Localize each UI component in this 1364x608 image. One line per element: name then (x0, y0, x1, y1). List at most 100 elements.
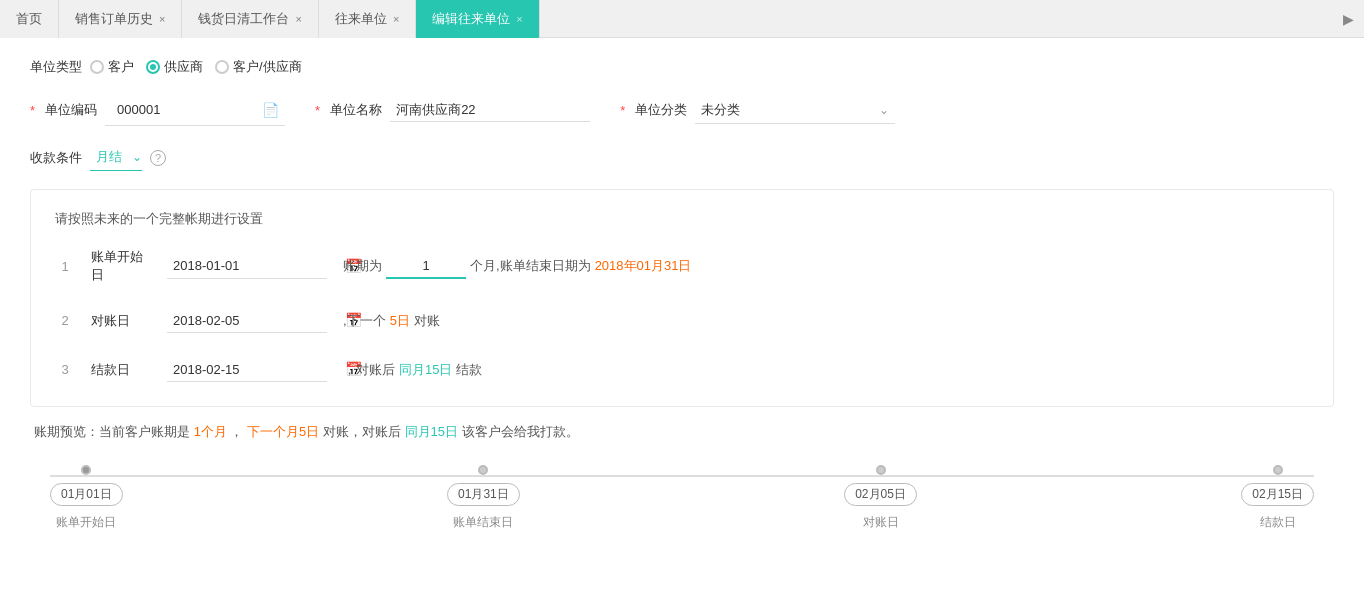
unit-code-input[interactable] (111, 98, 258, 121)
payment-select[interactable]: 月结 ⌄ (90, 144, 142, 171)
timeline-point-0: 01月01日 账单开始日 (50, 465, 123, 531)
unit-category-dropdown[interactable]: 未分类 ⌄ (695, 97, 895, 124)
unit-category-label: 单位分类 (635, 101, 687, 119)
timeline-dot-1 (478, 465, 488, 475)
period-prefix-2: ,下一个 (343, 312, 386, 330)
period-desc-1: 账期为 个月,账单结束日期为 2018年01月31日 (343, 254, 691, 279)
period-month-input[interactable] (386, 254, 466, 279)
period-highlight-2: 5日 (390, 312, 410, 330)
tab-edit-partner-label: 编辑往来单位 (432, 10, 510, 28)
preview-label: 账期预览：当前客户账期是 (34, 424, 190, 439)
period-row-1: 1 账单开始日 📅 账期为 个月,账单结束日期为 2018年01月31日 (55, 248, 1309, 284)
unit-name-input[interactable] (390, 98, 590, 122)
payment-group: 收款条件 月结 ⌄ ? (30, 144, 166, 171)
tab-partner-label: 往来单位 (335, 10, 387, 28)
radio-both-label: 客户/供应商 (233, 58, 302, 76)
tab-bar: 首页 销售订单历史 × 钱货日清工作台 × 往来单位 × 编辑往来单位 × ▶ (0, 0, 1364, 38)
timeline-points: 01月01日 账单开始日 01月31日 账单结束日 02月05日 对账日 02月… (50, 465, 1314, 531)
payment-arrow: ⌄ (132, 150, 142, 164)
unit-code-required: * (30, 103, 35, 118)
period-date-1-wrapper: 📅 (167, 254, 327, 279)
unit-category-arrow: ⌄ (879, 103, 889, 117)
unit-name-group: * 单位名称 (315, 98, 590, 122)
unit-name-label: 单位名称 (330, 101, 382, 119)
unit-category-group: * 单位分类 未分类 ⌄ (620, 97, 895, 124)
timeline-badge-1: 01月31日 (447, 483, 520, 506)
tab-partner-close[interactable]: × (393, 13, 399, 25)
payment-help-icon[interactable]: ? (150, 150, 166, 166)
unit-code-input-wrapper: 📄 (105, 94, 285, 126)
tab-arrow[interactable]: ▶ (1333, 11, 1364, 27)
tab-home[interactable]: 首页 (0, 0, 59, 38)
radio-customer-label: 客户 (108, 58, 134, 76)
unit-code-group: * 单位编码 📄 (30, 94, 285, 126)
period-date-3-wrapper: 📅 (167, 357, 327, 382)
timeline-point-3: 02月15日 结款日 (1241, 465, 1314, 531)
timeline-sublabel-0: 账单开始日 (56, 514, 116, 531)
unit-type-label: 单位类型 (30, 58, 82, 76)
radio-supplier[interactable]: 供应商 (146, 58, 203, 76)
radio-supplier-label: 供应商 (164, 58, 203, 76)
timeline-dot-0 (81, 465, 91, 475)
period-suffix-before-1: 账期为 (343, 257, 382, 275)
preview-part3: 同月15日 (405, 424, 458, 439)
period-date-1[interactable] (173, 258, 341, 273)
unit-code-label: 单位编码 (45, 101, 97, 119)
timeline-container: 01月01日 账单开始日 01月31日 账单结束日 02月05日 对账日 02月… (30, 465, 1334, 531)
timeline-badge-0: 01月01日 (50, 483, 123, 506)
period-row-3: 3 结款日 📅 ，对账后 同月15日 结款 (55, 357, 1309, 382)
period-date-2-wrapper: 📅 (167, 308, 327, 333)
preview-text: 账期预览：当前客户账期是 1个月 ， 下一个月5日 对账，对账后 同月15日 该… (30, 423, 1334, 441)
period-num-2: 2 (55, 313, 75, 328)
payment-row: 收款条件 月结 ⌄ ? (30, 144, 1334, 171)
timeline-badge-3: 02月15日 (1241, 483, 1314, 506)
radio-customer-circle (90, 60, 104, 74)
period-highlight-3: 同月15日 (399, 361, 452, 379)
period-row-2: 2 对账日 📅 ,下一个 5日 对账 (55, 308, 1309, 333)
preview-mid1: ， (230, 424, 243, 439)
unit-type-group: 单位类型 客户 供应商 客户/供应商 (30, 58, 302, 76)
tab-sales-history-label: 销售订单历史 (75, 10, 153, 28)
period-suffix-3: 结款 (456, 361, 482, 379)
main-content: 单位类型 客户 供应商 客户/供应商 * 单位编码 (0, 38, 1364, 608)
period-suffix-1: 个月,账单结束日期为 (470, 257, 591, 275)
period-num-1: 1 (55, 259, 75, 274)
period-desc-2: ,下一个 5日 对账 (343, 312, 440, 330)
timeline-dot-2 (876, 465, 886, 475)
period-date-3[interactable] (173, 362, 341, 377)
timeline-point-2: 02月05日 对账日 (844, 465, 917, 531)
period-date-2[interactable] (173, 313, 341, 328)
tab-sales-history[interactable]: 销售订单历史 × (59, 0, 182, 38)
timeline-point-1: 01月31日 账单结束日 (447, 465, 520, 531)
timeline-sublabel-3: 结款日 (1260, 514, 1296, 531)
payment-value: 月结 (90, 144, 128, 170)
payment-label: 收款条件 (30, 149, 82, 167)
period-desc-3: ，对账后 同月15日 结款 (343, 361, 482, 379)
period-label-3: 结款日 (91, 361, 151, 379)
timeline-sublabel-2: 对账日 (863, 514, 899, 531)
unit-category-required: * (620, 103, 625, 118)
tab-cash-work[interactable]: 钱货日清工作台 × (182, 0, 318, 38)
radio-customer[interactable]: 客户 (90, 58, 134, 76)
tab-home-label: 首页 (16, 10, 42, 28)
period-suffix-2: 对账 (414, 312, 440, 330)
radio-group: 客户 供应商 客户/供应商 (90, 58, 302, 76)
radio-both-circle (215, 60, 229, 74)
radio-supplier-circle (146, 60, 160, 74)
tab-cash-work-label: 钱货日清工作台 (198, 10, 289, 28)
tab-sales-history-close[interactable]: × (159, 13, 165, 25)
tab-partner[interactable]: 往来单位 × (319, 0, 416, 38)
period-num-3: 3 (55, 362, 75, 377)
unit-info-row: * 单位编码 📄 * 单位名称 * 单位分类 未分类 ⌄ (30, 94, 1334, 126)
unit-code-icon[interactable]: 📄 (262, 102, 279, 118)
tab-edit-partner[interactable]: 编辑往来单位 × (416, 0, 539, 38)
preview-end: 该客户会给我打款。 (462, 424, 579, 439)
period-title: 请按照未来的一个完整帐期进行设置 (55, 210, 1309, 228)
tab-edit-partner-close[interactable]: × (516, 13, 522, 25)
period-box: 请按照未来的一个完整帐期进行设置 1 账单开始日 📅 账期为 个月,账单结束日期… (30, 189, 1334, 407)
preview-part1: 1个月 (194, 424, 227, 439)
radio-both[interactable]: 客户/供应商 (215, 58, 302, 76)
tab-cash-work-close[interactable]: × (295, 13, 301, 25)
period-label-2: 对账日 (91, 312, 151, 330)
period-end-date-1: 2018年01月31日 (595, 257, 692, 275)
